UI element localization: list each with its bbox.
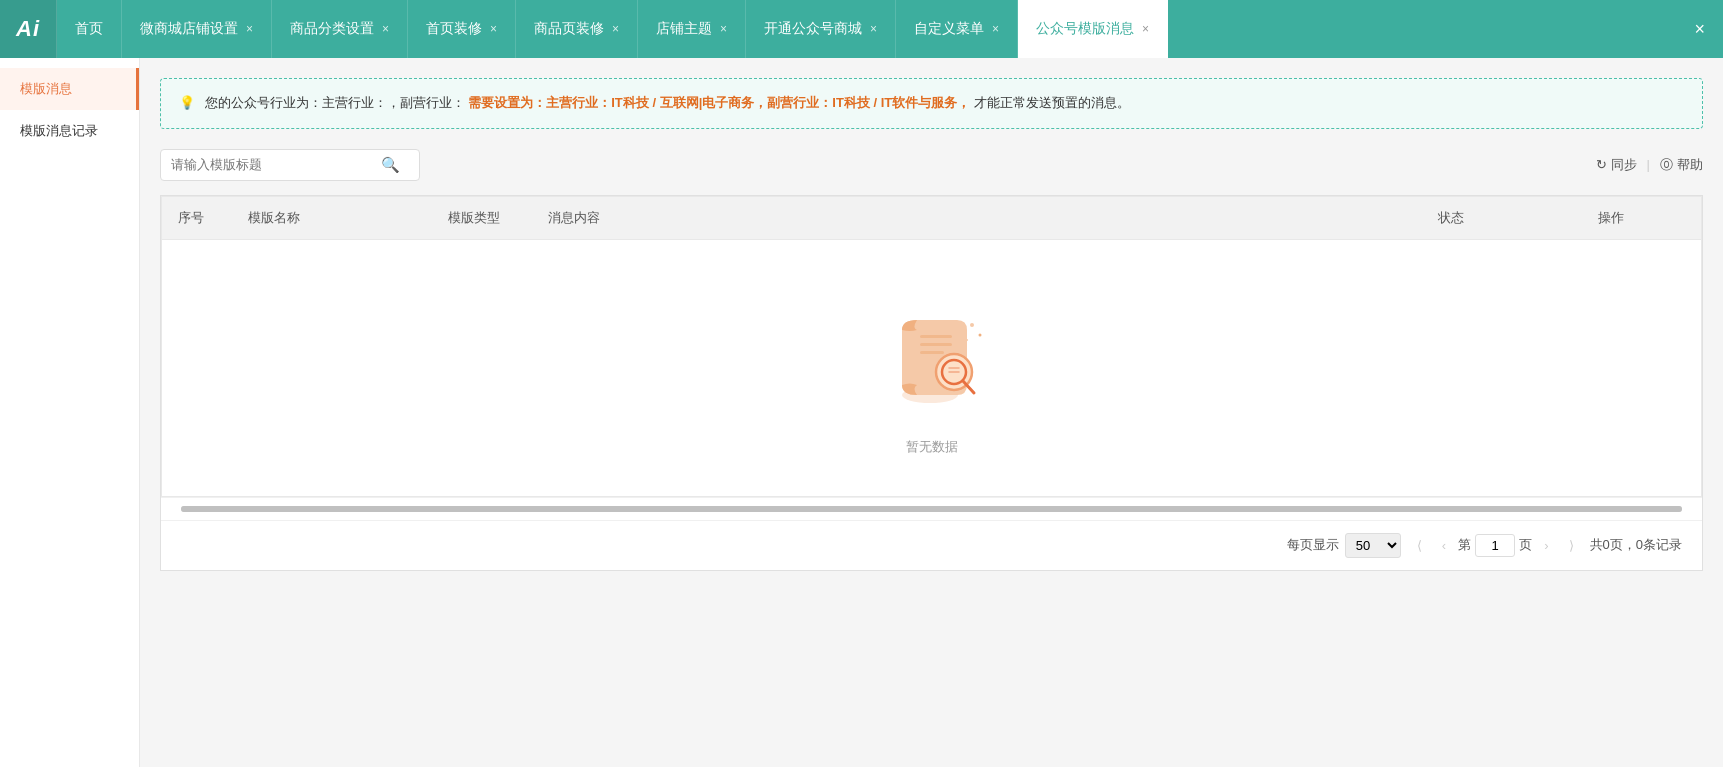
search-icon[interactable]: 🔍 bbox=[381, 156, 400, 174]
col-actions: 操作 bbox=[1582, 196, 1702, 239]
scrollbar-track bbox=[181, 506, 1682, 512]
sidebar-item-template-msg-label: 模版消息 bbox=[20, 81, 72, 96]
svg-rect-2 bbox=[920, 343, 952, 346]
tab-category[interactable]: 商品分类设置 × bbox=[272, 0, 408, 58]
sync-button[interactable]: ↻ 同步 bbox=[1596, 156, 1637, 174]
tab-product-page-close[interactable]: × bbox=[612, 22, 619, 36]
tab-homepage-text: 首页装修 bbox=[426, 20, 482, 38]
data-table: 序号 模版名称 模版类型 消息内容 状态 操作 bbox=[161, 196, 1702, 497]
sync-label: 同步 bbox=[1611, 156, 1637, 174]
search-bar: 🔍 ↻ 同步 | ⓪ 帮助 bbox=[160, 149, 1703, 181]
help-button[interactable]: ⓪ 帮助 bbox=[1660, 156, 1703, 174]
col-content: 消息内容 bbox=[532, 196, 1422, 239]
main-layout: 模版消息 模版消息记录 💡 您的公众号行业为：主营行业：，副营行业： 需要设置为… bbox=[0, 58, 1723, 767]
tab-weishop-close[interactable]: × bbox=[246, 22, 253, 36]
tab-custom-menu-close[interactable]: × bbox=[992, 22, 999, 36]
tab-homepage-close[interactable]: × bbox=[490, 22, 497, 36]
tab-weishop-text: 微商城店铺设置 bbox=[140, 20, 238, 38]
app-logo: Ai bbox=[16, 16, 40, 42]
tab-home-text: 首页 bbox=[75, 20, 103, 38]
last-page-button[interactable]: ⟩ bbox=[1561, 534, 1582, 557]
sync-icon: ↻ bbox=[1596, 157, 1607, 172]
close-all-button[interactable]: × bbox=[1676, 19, 1723, 40]
col-status: 状态 bbox=[1422, 196, 1582, 239]
tab-product-page[interactable]: 商品页装修 × bbox=[516, 0, 638, 58]
page-navigation: ⟨ ‹ 第 页 › ⟩ bbox=[1409, 534, 1582, 557]
table-header-row: 序号 模版名称 模版类型 消息内容 状态 操作 bbox=[162, 196, 1702, 239]
empty-state-icon bbox=[872, 300, 992, 420]
tab-template-msg-close[interactable]: × bbox=[1142, 22, 1149, 36]
page-input[interactable] bbox=[1475, 534, 1515, 557]
sidebar-item-template-msg[interactable]: 模版消息 bbox=[0, 68, 139, 110]
notice-banner: 💡 您的公众号行业为：主营行业：，副营行业： 需要设置为：主营行业：IT科技 /… bbox=[160, 78, 1703, 129]
prev-page-button[interactable]: ‹ bbox=[1434, 534, 1454, 557]
tab-theme[interactable]: 店铺主题 × bbox=[638, 0, 746, 58]
svg-rect-3 bbox=[920, 351, 944, 354]
sidebar: 模版消息 模版消息记录 bbox=[0, 58, 140, 767]
search-right-actions: ↻ 同步 | ⓪ 帮助 bbox=[1596, 156, 1703, 174]
per-page-label: 每页显示 bbox=[1287, 536, 1339, 554]
scrollbar-thumb[interactable] bbox=[181, 506, 1682, 512]
divider: | bbox=[1647, 157, 1650, 172]
tab-category-text: 商品分类设置 bbox=[290, 20, 374, 38]
notice-suffix: 才能正常发送预置的消息。 bbox=[974, 95, 1130, 110]
col-type: 模版类型 bbox=[432, 196, 532, 239]
col-index: 序号 bbox=[162, 196, 232, 239]
per-page-dropdown[interactable]: 10 20 50 100 bbox=[1345, 533, 1401, 558]
svg-point-10 bbox=[978, 333, 981, 336]
page-label: 第 bbox=[1458, 536, 1471, 554]
tab-theme-text: 店铺主题 bbox=[656, 20, 712, 38]
tab-custom-menu-text: 自定义菜单 bbox=[914, 20, 984, 38]
tab-theme-close[interactable]: × bbox=[720, 22, 727, 36]
tab-template-msg[interactable]: 公众号模版消息 × bbox=[1018, 0, 1168, 58]
tab-product-page-text: 商品页装修 bbox=[534, 20, 604, 38]
tab-template-msg-text: 公众号模版消息 bbox=[1036, 20, 1134, 38]
tab-open-mall-text: 开通公众号商城 bbox=[764, 20, 862, 38]
tab-category-close[interactable]: × bbox=[382, 22, 389, 36]
notice-highlight: 需要设置为：主营行业：IT科技 / 互联网|电子商务，副营行业：IT科技 / I… bbox=[468, 95, 970, 110]
data-table-wrapper: 序号 模版名称 模版类型 消息内容 状态 操作 bbox=[160, 195, 1703, 571]
tab-home[interactable]: Ai bbox=[0, 0, 57, 58]
svg-rect-1 bbox=[920, 335, 952, 338]
sidebar-item-template-msg-log-label: 模版消息记录 bbox=[20, 123, 98, 138]
tab-home-label[interactable]: 首页 bbox=[57, 0, 122, 58]
tab-weishop[interactable]: 微商城店铺设置 × bbox=[122, 0, 272, 58]
content-area: 💡 您的公众号行业为：主营行业：，副营行业： 需要设置为：主营行业：IT科技 /… bbox=[140, 58, 1723, 767]
horizontal-scrollbar[interactable] bbox=[161, 497, 1702, 520]
next-page-button[interactable]: › bbox=[1536, 534, 1556, 557]
tab-homepage[interactable]: 首页装修 × bbox=[408, 0, 516, 58]
pagination: 每页显示 10 20 50 100 ⟨ ‹ 第 页 › ⟩ bbox=[161, 520, 1702, 570]
tab-open-mall-close[interactable]: × bbox=[870, 22, 877, 36]
help-icon: ⓪ bbox=[1660, 156, 1673, 174]
total-info: 共0页，0条记录 bbox=[1590, 536, 1682, 554]
tab-open-mall[interactable]: 开通公众号商城 × bbox=[746, 0, 896, 58]
per-page-selector: 每页显示 10 20 50 100 bbox=[1287, 533, 1401, 558]
first-page-button[interactable]: ⟨ bbox=[1409, 534, 1430, 557]
notice-prefix: 您的公众号行业为：主营行业：，副营行业： bbox=[205, 95, 465, 110]
search-input[interactable] bbox=[171, 157, 381, 172]
sidebar-item-template-msg-log[interactable]: 模版消息记录 bbox=[0, 110, 139, 152]
empty-state-text: 暂无数据 bbox=[906, 438, 958, 456]
notice-icon: 💡 bbox=[179, 95, 195, 110]
page-unit: 页 bbox=[1519, 536, 1532, 554]
help-label: 帮助 bbox=[1677, 156, 1703, 174]
empty-state: 暂无数据 bbox=[162, 240, 1701, 496]
search-input-wrapper: 🔍 bbox=[160, 149, 420, 181]
tab-custom-menu[interactable]: 自定义菜单 × bbox=[896, 0, 1018, 58]
svg-point-11 bbox=[966, 339, 968, 341]
svg-point-9 bbox=[970, 323, 974, 327]
col-name: 模版名称 bbox=[232, 196, 432, 239]
top-navigation: Ai 首页 微商城店铺设置 × 商品分类设置 × 首页装修 × 商品页装修 × … bbox=[0, 0, 1723, 58]
